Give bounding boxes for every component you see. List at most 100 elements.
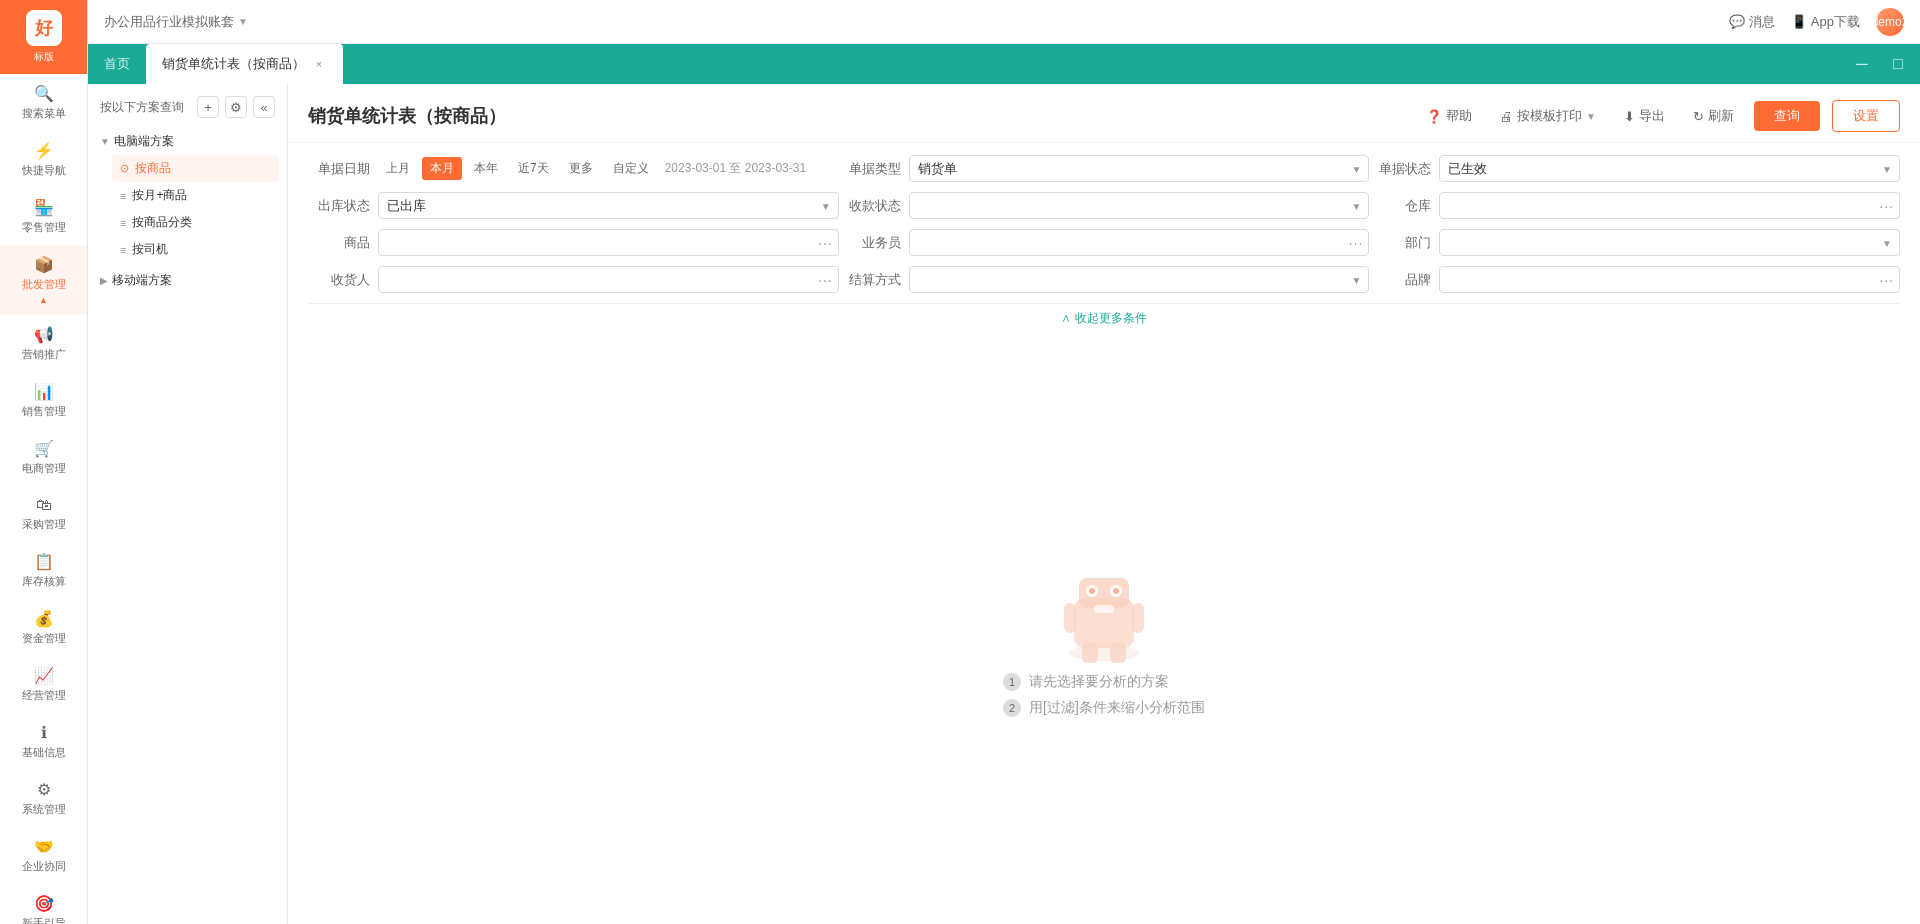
filter-receiver-cell: 收货人 ··· xyxy=(308,266,839,293)
svg-rect-8 xyxy=(1064,603,1076,633)
refresh-icon: ↻ xyxy=(1693,109,1704,124)
payment-method-label: 结算方式 xyxy=(839,271,909,289)
sidebar-item-wholesale[interactable]: 📦 批发管理 ▲ xyxy=(0,245,87,315)
receiver-label: 收货人 xyxy=(308,271,378,289)
tree-parent-mobile[interactable]: ▶ 移动端方案 xyxy=(96,267,279,294)
brand-input[interactable] xyxy=(1439,266,1900,293)
app-download-btn[interactable]: 📱 App下载 xyxy=(1791,13,1860,31)
date-tab-this-year[interactable]: 本年 xyxy=(466,157,506,180)
product-label: 商品 xyxy=(308,234,378,252)
sidebar-item-system[interactable]: ⚙ 系统管理 xyxy=(0,770,87,827)
bill-type-input[interactable] xyxy=(909,155,1370,182)
help-btn[interactable]: ❓ 帮助 xyxy=(1418,103,1480,129)
tab-sales-stats-label: 销货单统计表（按商品） xyxy=(162,55,305,73)
bill-status-input[interactable] xyxy=(1439,155,1900,182)
sidebar-item-search[interactable]: 🔍 搜索菜单 xyxy=(0,74,87,131)
filter-stock-status-cell: 出库状态 ▼ xyxy=(308,192,839,219)
user-avatar[interactable]: demo2 xyxy=(1876,8,1904,36)
department-control: ▼ xyxy=(1439,229,1900,256)
settings-btn[interactable]: 设置 xyxy=(1832,100,1900,132)
sidebar-item-quicknav[interactable]: ⚡ 快捷导航 xyxy=(0,131,87,188)
stock-status-input[interactable] xyxy=(378,192,839,219)
sidebar-system-label: 系统管理 xyxy=(22,802,66,817)
panel-add-btn[interactable]: + xyxy=(197,96,219,118)
product-input[interactable] xyxy=(378,229,839,256)
industry-label: 办公用品行业模拟账套 xyxy=(104,13,234,31)
sidebar-item-collab[interactable]: 🤝 企业协同 xyxy=(0,827,87,884)
sidebar-item-marketing[interactable]: 📢 营销推广 xyxy=(0,315,87,372)
date-control: 上月 本月 本年 近7天 更多 自定义 2023-03-01 至 2023-03… xyxy=(378,157,839,180)
salesman-control: ··· xyxy=(909,229,1370,256)
sidebar-wholesale-label: 批发管理 xyxy=(22,277,66,292)
department-input[interactable] xyxy=(1439,229,1900,256)
export-btn[interactable]: ⬇ 导出 xyxy=(1616,103,1673,129)
tree-child-by-driver[interactable]: ≡ 按司机 xyxy=(112,236,279,263)
by-driver-label: 按司机 xyxy=(132,241,168,258)
salesman-input[interactable] xyxy=(909,229,1370,256)
date-tab-this-month[interactable]: 本月 xyxy=(422,157,462,180)
by-product-label: 按商品 xyxy=(135,160,171,177)
export-label: 导出 xyxy=(1639,107,1665,125)
by-category-icon: ≡ xyxy=(120,217,126,229)
tab-home[interactable]: 首页 xyxy=(88,44,146,84)
left-sidebar: 好 标版 🔍 搜索菜单 ⚡ 快捷导航 🏪 零售管理 📦 批发管理 ▲ 📢 营销推… xyxy=(0,0,88,924)
date-tab-more[interactable]: 更多 xyxy=(561,157,601,180)
tab-bar-right: ─ □ xyxy=(1848,50,1920,78)
logo-area[interactable]: 好 标版 xyxy=(0,0,87,74)
refresh-btn[interactable]: ↻ 刷新 xyxy=(1685,103,1742,129)
refresh-label: 刷新 xyxy=(1708,107,1734,125)
tab-close-btn[interactable]: × xyxy=(311,56,327,72)
sidebar-item-newguide[interactable]: 🎯 新手引导 xyxy=(0,884,87,924)
panel-collapse-btn[interactable]: « xyxy=(253,96,275,118)
sidebar-item-finance[interactable]: 💰 资金管理 xyxy=(0,599,87,656)
message-icon: 💬 xyxy=(1729,14,1745,29)
tree-child-by-category[interactable]: ≡ 按商品分类 xyxy=(112,209,279,236)
tip-num-1: 1 xyxy=(1003,673,1021,691)
collapse-bar[interactable]: ∧ 收起更多条件 xyxy=(308,303,1900,333)
top-header: 办公用品行业模拟账套 ▼ 💬 消息 📱 App下载 demo2 xyxy=(88,0,1920,44)
panel-settings-btn[interactable]: ⚙ xyxy=(225,96,247,118)
sidebar-item-purchase[interactable]: 🛍 采购管理 xyxy=(0,486,87,542)
date-tab-last-month[interactable]: 上月 xyxy=(378,157,418,180)
sidebar-finance-label: 资金管理 xyxy=(22,631,66,646)
minimize-icon: ─ xyxy=(1856,55,1867,73)
svg-point-5 xyxy=(1089,588,1095,594)
tab-maximize-btn[interactable]: □ xyxy=(1884,50,1912,78)
panel-actions: + ⚙ « xyxy=(197,96,275,118)
sidebar-item-inventory[interactable]: 📋 库存核算 xyxy=(0,542,87,599)
warehouse-input[interactable] xyxy=(1439,192,1900,219)
filter-department-cell: 部门 ▼ xyxy=(1369,229,1900,256)
filter-product-cell: 商品 ··· xyxy=(308,229,839,256)
industry-selector[interactable]: 办公用品行业模拟账套 ▼ xyxy=(104,13,248,31)
message-btn[interactable]: 💬 消息 xyxy=(1729,13,1775,31)
tree-parent-desktop[interactable]: ▼ 电脑端方案 xyxy=(96,128,279,155)
date-tab-7days[interactable]: 近7天 xyxy=(510,157,557,180)
tree-child-by-product[interactable]: ⊙ 按商品 xyxy=(112,155,279,182)
by-product-icon: ⊙ xyxy=(120,162,129,175)
print-btn[interactable]: 🖨 按模板打印 ▼ xyxy=(1492,103,1604,129)
receiver-input[interactable] xyxy=(378,266,839,293)
sidebar-item-retail[interactable]: 🏪 零售管理 xyxy=(0,188,87,245)
wholesale-arrow: ▲ xyxy=(39,295,48,305)
query-btn[interactable]: 查询 xyxy=(1754,101,1820,131)
tab-minimize-btn[interactable]: ─ xyxy=(1848,50,1876,78)
inventory-icon: 📋 xyxy=(34,552,54,571)
sidebar-item-ecommerce[interactable]: 🛒 电商管理 xyxy=(0,429,87,486)
collection-status-input[interactable] xyxy=(909,192,1370,219)
sidebar-item-sales[interactable]: 📊 销售管理 xyxy=(0,372,87,429)
stock-status-control: ▼ xyxy=(378,192,839,219)
sidebar-item-operations[interactable]: 📈 经营管理 xyxy=(0,656,87,713)
system-icon: ⚙ xyxy=(37,780,51,799)
filter-row-3: 商品 ··· 业务员 ··· 部门 xyxy=(308,229,1900,256)
tree-child-by-month-product[interactable]: ≡ 按月+商品 xyxy=(112,182,279,209)
sidebar-item-base-info[interactable]: ℹ 基础信息 xyxy=(0,713,87,770)
panel-section-label: 按以下方案查询 xyxy=(100,99,184,116)
svg-rect-7 xyxy=(1094,605,1114,613)
newguide-icon: 🎯 xyxy=(34,894,54,913)
payment-method-input[interactable] xyxy=(909,266,1370,293)
payment-method-control: ▼ xyxy=(909,266,1370,293)
query-label: 查询 xyxy=(1774,108,1800,123)
tab-sales-stats[interactable]: 销货单统计表（按商品） × xyxy=(146,44,343,84)
date-tab-custom[interactable]: 自定义 xyxy=(605,157,657,180)
purchase-icon: 🛍 xyxy=(36,496,52,514)
